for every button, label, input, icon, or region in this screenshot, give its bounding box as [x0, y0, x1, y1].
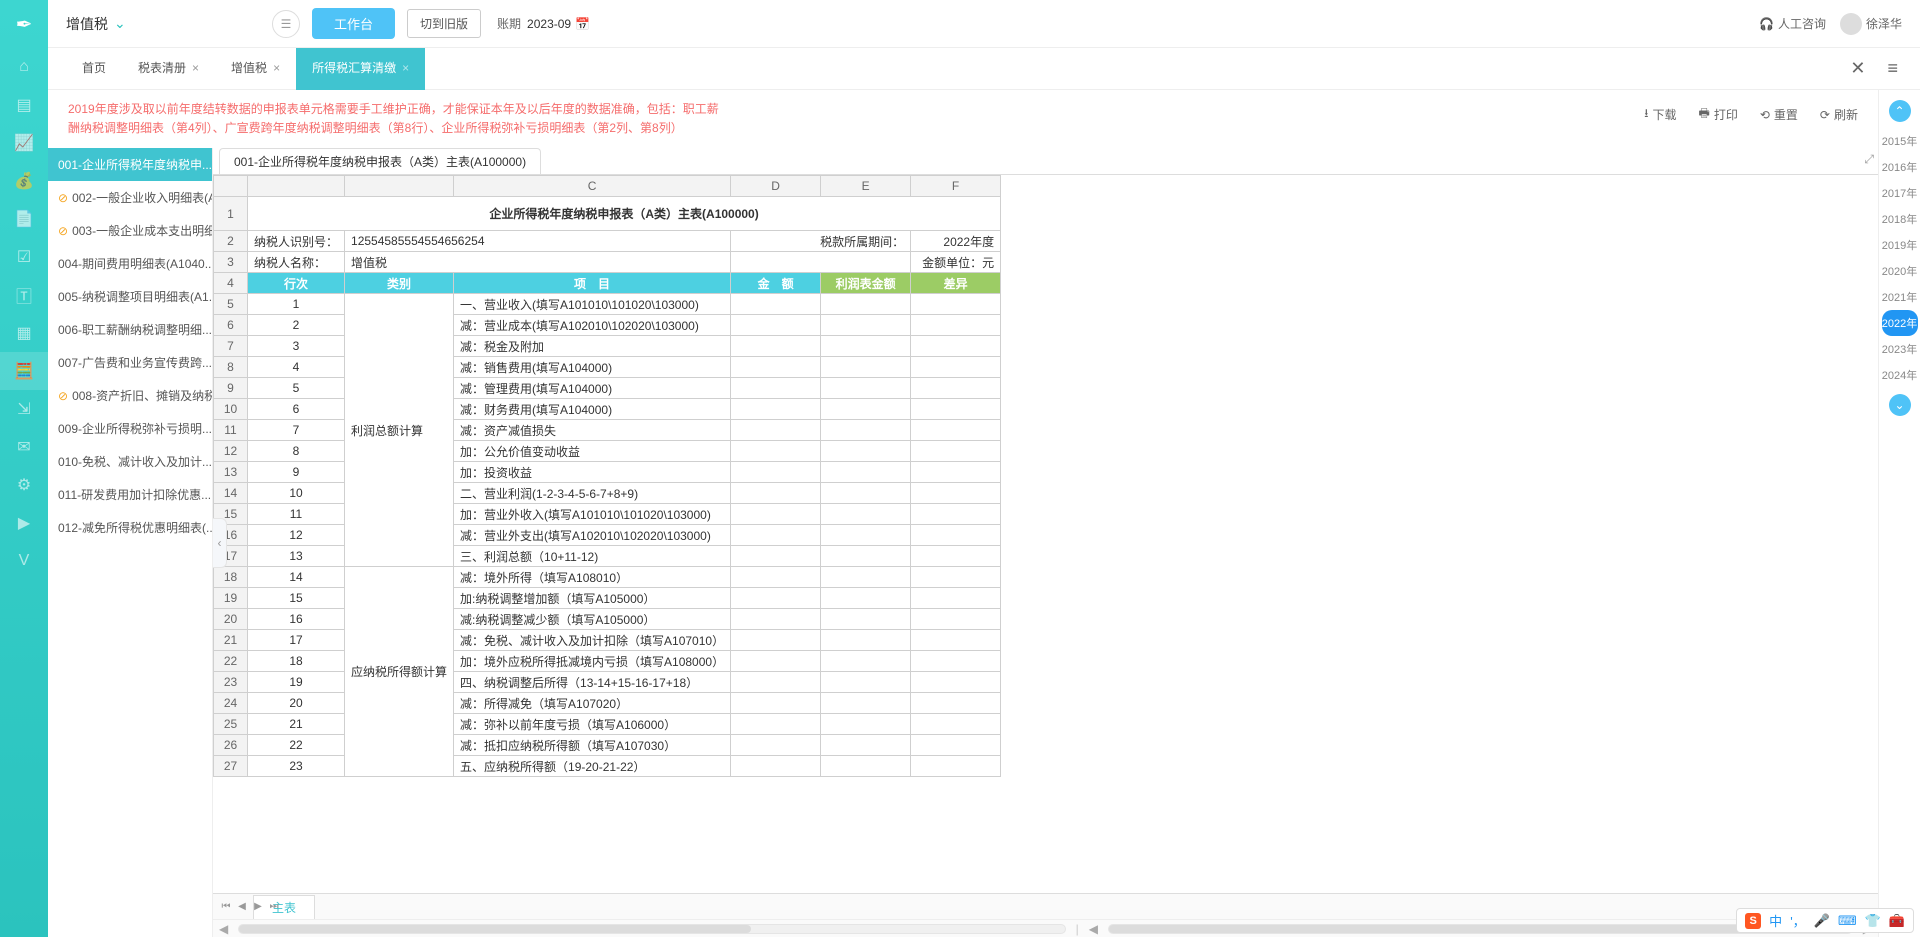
sheet-document-tab[interactable]: 001-企业所得税年度纳税申报表（A类）主表(A100000)	[219, 148, 541, 174]
warning-icon: ⊘	[58, 191, 68, 205]
period-label: 账期	[497, 15, 521, 32]
year-pill[interactable]: 2024年	[1882, 362, 1918, 388]
ime-skin-icon[interactable]: 👕	[1865, 913, 1881, 929]
tab-close-icon[interactable]: ×	[192, 61, 199, 75]
form-list-item[interactable]: ⊘002-一般企业收入明细表(A1...	[48, 181, 212, 214]
year-rail: ⌃ 2015年2016年2017年2018年2019年2020年2021年202…	[1878, 90, 1920, 937]
sheet-nav-next[interactable]: ▶	[251, 899, 265, 915]
form-list-item[interactable]: 010-免税、减计收入及加计...	[48, 445, 212, 478]
form-list-item[interactable]: 005-纳税调整项目明细表(A1...	[48, 280, 212, 313]
nav-inbox-icon[interactable]: ✉	[0, 428, 48, 466]
sheet-nav-last[interactable]: ⏭	[267, 899, 281, 915]
topbar: 增值税 ⌄ ☰ 工作台 切到旧版 账期 2023-09 📅 🎧 人工咨询 徐泽华	[48, 0, 1920, 48]
horizontal-scrollbar[interactable]: ◀ | ◀ ▶	[213, 919, 1878, 937]
nav-ledger-icon[interactable]: ▤	[0, 86, 48, 124]
year-pill[interactable]: 2022年	[1882, 310, 1918, 336]
sheet-bottom-tabs: ⏮ ◀ ▶ ⏭ 主表	[213, 893, 1878, 919]
spreadsheet-grid[interactable]: CDEF1企业所得税年度纳税申报表（A类）主表(A100000)2纳税人识别号：…	[213, 174, 1878, 893]
company-name: 增值税	[66, 14, 108, 34]
warning-icon: ⊘	[58, 224, 68, 238]
year-pill[interactable]: 2017年	[1882, 180, 1918, 206]
nav-check-icon[interactable]: ☑	[0, 238, 48, 276]
sheet-nav-prev[interactable]: ◀	[235, 899, 249, 915]
app-logo: ✒	[0, 0, 48, 48]
chevron-down-icon: ⌄	[114, 15, 126, 32]
ime-toolbar[interactable]: S 中 '， 🎤 ⌨ 👕 🧰	[1736, 908, 1914, 933]
warning-notice: 2019年度涉及取以前年度结转数据的申报表单元格需要手工维护正确，才能保证本年及…	[68, 100, 728, 138]
consult-link[interactable]: 🎧 人工咨询	[1759, 15, 1826, 32]
company-selector[interactable]: 增值税 ⌄	[66, 14, 266, 34]
form-list-item[interactable]: ⊘003-一般企业成本支出明细...	[48, 214, 212, 247]
user-menu[interactable]: 徐泽华	[1840, 13, 1902, 35]
form-list-item[interactable]: 006-职工薪酬纳税调整明细...	[48, 313, 212, 346]
form-list-item[interactable]: 007-广告费和业务宣传费跨...	[48, 346, 212, 379]
scroll-left2-icon[interactable]: ◀	[1089, 922, 1098, 936]
reset-button[interactable]: ⟲ 重置	[1760, 104, 1798, 125]
page-tab[interactable]: 首页	[66, 48, 122, 90]
nav-settings-icon[interactable]: ⚙	[0, 466, 48, 504]
nav-report-icon[interactable]: 📈	[0, 124, 48, 162]
page-tab[interactable]: 税表清册×	[122, 48, 215, 90]
print-button[interactable]: 🖶 打印	[1699, 104, 1738, 125]
nav-export-icon[interactable]: ⇲	[0, 390, 48, 428]
year-pill[interactable]: 2021年	[1882, 284, 1918, 310]
ime-punct-icon[interactable]: '，	[1790, 911, 1805, 930]
list-toggle-button[interactable]: ☰	[272, 10, 300, 38]
page-tab[interactable]: 增值税×	[215, 48, 296, 90]
form-list-item[interactable]: 004-期间费用明细表(A1040...	[48, 247, 212, 280]
warning-icon: ⊘	[58, 389, 68, 403]
close-all-tabs-icon[interactable]: ✕	[1846, 58, 1869, 79]
year-pill[interactable]: 2019年	[1882, 232, 1918, 258]
nav-home-icon[interactable]: ⌂	[0, 48, 48, 86]
tab-close-icon[interactable]: ×	[402, 61, 409, 75]
scroll-left-icon[interactable]: ◀	[219, 922, 228, 936]
expand-sheet-icon[interactable]: ⤢	[1864, 152, 1874, 167]
year-pill[interactable]: 2016年	[1882, 154, 1918, 180]
period-value: 2023-09	[527, 17, 571, 31]
nav-template-icon[interactable]: 🅃	[0, 276, 48, 314]
year-pill[interactable]: 2023年	[1882, 336, 1918, 362]
year-pill[interactable]: 2020年	[1882, 258, 1918, 284]
form-list-item[interactable]: 012-减免所得税优惠明细表(...	[48, 511, 212, 544]
year-scroll-up[interactable]: ⌃	[1889, 100, 1911, 122]
nav-doc-icon[interactable]: 📄	[0, 200, 48, 238]
form-list-item[interactable]: ⊘008-资产折旧、摊销及纳税...	[48, 379, 212, 412]
year-pill[interactable]: 2015年	[1882, 128, 1918, 154]
year-pill[interactable]: 2018年	[1882, 206, 1918, 232]
page-tab[interactable]: 所得税汇算清缴×	[296, 48, 425, 90]
nav-archive-icon[interactable]: ▦	[0, 314, 48, 352]
nav-video-icon[interactable]: ▶	[0, 504, 48, 542]
refresh-button[interactable]: ⟳ 刷新	[1820, 104, 1858, 125]
ime-mic-icon[interactable]: 🎤	[1814, 913, 1830, 929]
ime-toolbox-icon[interactable]: 🧰	[1889, 913, 1905, 929]
nav-v-icon[interactable]: V	[0, 542, 48, 580]
sheet-nav-first[interactable]: ⏮	[219, 899, 233, 915]
nav-tax-icon[interactable]: 🧮	[0, 352, 48, 390]
tab-close-icon[interactable]: ×	[273, 61, 280, 75]
download-button[interactable]: ⭳ 下载	[1644, 104, 1676, 125]
avatar-icon	[1840, 13, 1862, 35]
ime-keyboard-icon[interactable]: ⌨	[1838, 913, 1857, 929]
form-list-item[interactable]: 001-企业所得税年度纳税申...	[48, 148, 212, 181]
ime-logo-icon: S	[1745, 913, 1761, 929]
nav-funds-icon[interactable]: 💰	[0, 162, 48, 200]
calendar-icon[interactable]: 📅	[575, 17, 590, 31]
switch-old-button[interactable]: 切到旧版	[407, 9, 481, 38]
form-list-item[interactable]: 011-研发费用加计扣除优惠...	[48, 478, 212, 511]
form-list-item[interactable]: 009-企业所得税弥补亏损明...	[48, 412, 212, 445]
page-tabs: 首页税表清册×增值税×所得税汇算清缴× ✕ ≡	[48, 48, 1920, 90]
ime-lang[interactable]: 中	[1769, 911, 1782, 930]
left-nav-rail: ✒ ⌂ ▤ 📈 💰 📄 ☑ 🅃 ▦ 🧮 ⇲ ✉ ⚙ ▶ V	[0, 0, 48, 937]
form-list-panel: 001-企业所得税年度纳税申...⊘002-一般企业收入明细表(A1...⊘00…	[48, 148, 213, 937]
collapse-panel-handle[interactable]: ‹	[213, 518, 227, 568]
year-scroll-down[interactable]: ⌄	[1889, 394, 1911, 416]
tabs-menu-icon[interactable]: ≡	[1883, 58, 1902, 79]
workbench-button[interactable]: 工作台	[312, 8, 395, 39]
